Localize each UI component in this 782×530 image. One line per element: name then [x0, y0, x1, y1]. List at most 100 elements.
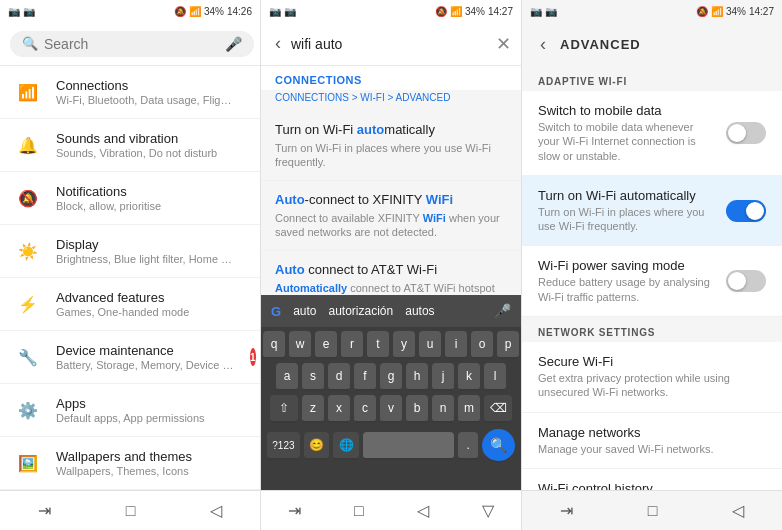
key-c[interactable]: c — [354, 395, 376, 423]
list-item-apps[interactable]: ⚙️ Apps Default apps, App permissions — [0, 384, 260, 437]
key-f[interactable]: f — [354, 363, 376, 391]
key-a[interactable]: a — [276, 363, 298, 391]
wifi-auto-toggle[interactable] — [726, 200, 766, 222]
nav-back-btn[interactable]: ◁ — [210, 501, 222, 520]
suggestion-autorizacion[interactable]: autorización — [328, 304, 393, 318]
search-input[interactable] — [44, 36, 219, 52]
key-shift[interactable]: ⇧ — [270, 395, 298, 423]
suggestion-auto[interactable]: auto — [293, 304, 316, 318]
p3-item-manage-networks[interactable]: Manage networks Manage your saved Wi-Fi … — [522, 413, 782, 469]
key-v[interactable]: v — [380, 395, 402, 423]
key-b[interactable]: b — [406, 395, 428, 423]
search-bar: 🔍 🎤 👤 — [0, 22, 260, 66]
nav-menu-btn[interactable]: ⇥ — [38, 501, 51, 520]
key-x[interactable]: x — [328, 395, 350, 423]
nav-home-btn[interactable]: □ — [126, 502, 136, 520]
nav-menu-btn-2[interactable]: ⇥ — [288, 501, 301, 520]
nav-back-btn-2[interactable]: ◁ — [417, 501, 429, 520]
key-o[interactable]: o — [471, 331, 493, 359]
panel-advanced-settings: 📷 📷 🔕 📶 34% 14:27 ‹ ADVANCED ADAPTIVE WI… — [522, 0, 782, 530]
key-num[interactable]: ?123 — [267, 432, 300, 460]
result-item-0[interactable]: Turn on Wi-Fi automatically Turn on Wi-F… — [261, 111, 521, 181]
mobile-data-text: Switch to mobile data Switch to mobile d… — [538, 103, 726, 163]
list-item-sounds[interactable]: 🔔 Sounds and vibration Sounds, Vibration… — [0, 119, 260, 172]
connections-title: Connections — [56, 78, 246, 93]
key-y[interactable]: y — [393, 331, 415, 359]
list-item-advanced[interactable]: ⚡ Advanced features Games, One-handed mo… — [0, 278, 260, 331]
nav-bar-2: ⇥ □ ◁ ▽ — [261, 490, 521, 530]
key-space[interactable] — [363, 432, 454, 460]
key-emoji[interactable]: 😊 — [304, 432, 330, 460]
key-z[interactable]: z — [302, 395, 324, 423]
list-item-notifications[interactable]: 🔕 Notifications Block, allow, prioritise — [0, 172, 260, 225]
key-lang[interactable]: 🌐 — [333, 432, 359, 460]
key-e[interactable]: e — [315, 331, 337, 359]
p3-item-mobile-data[interactable]: Switch to mobile data Switch to mobile d… — [522, 91, 782, 176]
p3-item-power-saving[interactable]: Wi-Fi power saving mode Reduce battery u… — [522, 246, 782, 317]
key-i[interactable]: i — [445, 331, 467, 359]
key-s[interactable]: s — [302, 363, 324, 391]
connections-icon: 📶 — [14, 78, 42, 106]
close-button[interactable]: ✕ — [496, 33, 511, 55]
result-title-2: Auto connect to AT&T Wi-Fi — [275, 261, 507, 279]
nav-back-btn-3[interactable]: ◁ — [732, 501, 744, 520]
key-period[interactable]: . — [458, 432, 478, 460]
key-u[interactable]: u — [419, 331, 441, 359]
panel-settings-list: 📷 📷 🔕 📶 34% 14:26 🔍 🎤 👤 📶 Connections Wi… — [0, 0, 261, 530]
keyboard-mic[interactable]: 🎤 — [494, 303, 511, 319]
notification-icon-p3-2: 📷 — [545, 6, 557, 17]
back-button[interactable]: ‹ — [271, 29, 285, 58]
key-h[interactable]: h — [406, 363, 428, 391]
mic-icon[interactable]: 🎤 — [225, 36, 242, 52]
advanced-icon: ⚡ — [14, 290, 42, 318]
key-l[interactable]: l — [484, 363, 506, 391]
secure-wifi-title: Secure Wi-Fi — [538, 354, 756, 369]
result-item-1[interactable]: Auto-connect to XFINITY WiFi Connect to … — [261, 181, 521, 251]
status-icons-right-2: 🔕 📶 34% 14:27 — [435, 6, 513, 17]
key-t[interactable]: t — [367, 331, 389, 359]
maintenance-badge: 1 — [250, 348, 256, 366]
network-settings-label: NETWORK SETTINGS — [522, 317, 782, 342]
nav-home-btn-2[interactable]: □ — [354, 502, 364, 520]
keyboard-bottom-row: ?123 😊 🌐 . 🔍 — [263, 427, 519, 465]
suggestion-autos[interactable]: autos — [405, 304, 434, 318]
list-item-display[interactable]: ☀️ Display Brightness, Blue light filter… — [0, 225, 260, 278]
battery-text: 34% — [204, 6, 224, 17]
key-m[interactable]: m — [458, 395, 480, 423]
key-w[interactable]: w — [289, 331, 311, 359]
key-backspace[interactable]: ⌫ — [484, 395, 512, 423]
status-icons-left: 📷 📷 — [8, 6, 35, 17]
p3-item-wifi-history[interactable]: Wi-Fi control history View apps that hav… — [522, 469, 782, 490]
adaptive-wifi-label: ADAPTIVE WI-FI — [522, 66, 782, 91]
key-j[interactable]: j — [432, 363, 454, 391]
list-item-maintenance[interactable]: 🔧 Device maintenance Battery, Storage, M… — [0, 331, 260, 384]
list-item-wallpapers[interactable]: 🖼️ Wallpapers and themes Wallpapers, The… — [0, 437, 260, 490]
mute-icon: 🔕 — [174, 6, 186, 17]
result-title-0: Turn on Wi-Fi automatically — [275, 121, 507, 139]
nav-home-btn-3[interactable]: □ — [648, 502, 658, 520]
key-d[interactable]: d — [328, 363, 350, 391]
time-1: 14:26 — [227, 6, 252, 17]
key-q[interactable]: q — [263, 331, 285, 359]
mobile-data-toggle[interactable] — [726, 122, 766, 144]
notifications-icon: 🔕 — [14, 184, 42, 212]
p3-item-wifi-auto[interactable]: Turn on Wi-Fi automatically Turn on Wi-F… — [522, 176, 782, 247]
search-inner[interactable]: 🔍 🎤 — [10, 31, 254, 57]
key-n[interactable]: n — [432, 395, 454, 423]
power-saving-toggle[interactable] — [726, 270, 766, 292]
key-p[interactable]: p — [497, 331, 519, 359]
key-search[interactable]: 🔍 — [482, 429, 515, 463]
key-r[interactable]: r — [341, 331, 363, 359]
wallpapers-sub: Wallpapers, Themes, Icons — [56, 465, 236, 477]
search-input-2[interactable] — [291, 36, 490, 52]
sounds-icon: 🔔 — [14, 131, 42, 159]
nav-down-btn[interactable]: ▽ — [482, 501, 494, 520]
advanced-back-button[interactable]: ‹ — [536, 30, 550, 59]
list-item-connections[interactable]: 📶 Connections Wi-Fi, Bluetooth, Data usa… — [0, 66, 260, 119]
time-2: 14:27 — [488, 6, 513, 17]
key-g[interactable]: g — [380, 363, 402, 391]
sounds-title: Sounds and vibration — [56, 131, 246, 146]
nav-menu-btn-3[interactable]: ⇥ — [560, 501, 573, 520]
p3-item-secure-wifi[interactable]: Secure Wi-Fi Get extra privacy protectio… — [522, 342, 782, 413]
key-k[interactable]: k — [458, 363, 480, 391]
